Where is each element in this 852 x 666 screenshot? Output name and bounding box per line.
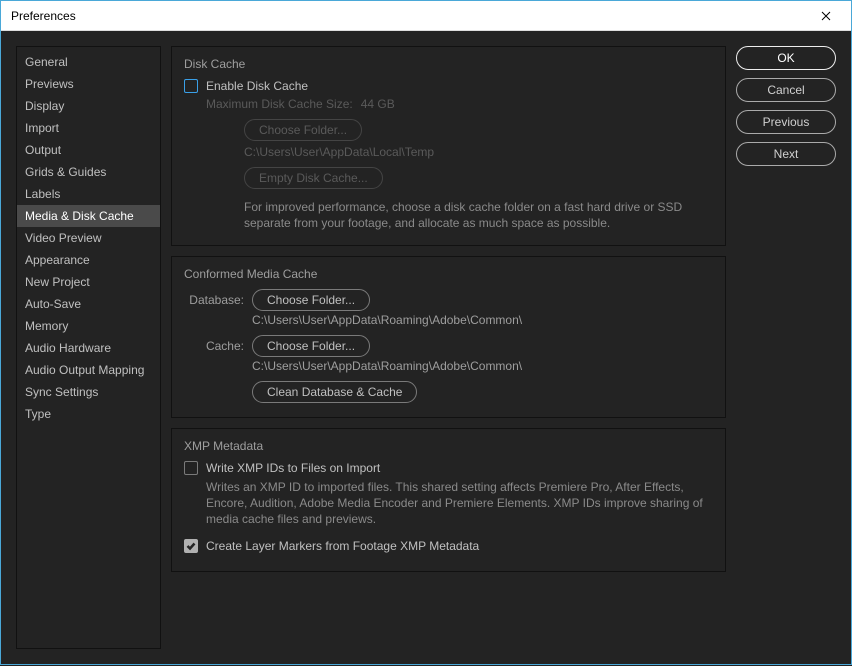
enable-disk-cache-row: Enable Disk Cache	[184, 79, 713, 93]
sidebar-item-auto-save[interactable]: Auto-Save	[17, 293, 160, 315]
actions-column: OK Cancel Previous Next	[736, 46, 836, 651]
write-xmp-row: Write XMP IDs to Files on Import	[184, 461, 713, 475]
sidebar-item-video-preview[interactable]: Video Preview	[17, 227, 160, 249]
check-icon	[186, 541, 196, 551]
database-label: Database:	[184, 293, 244, 307]
layer-markers-row: Create Layer Markers from Footage XMP Me…	[184, 539, 713, 553]
disk-cache-hint: For improved performance, choose a disk …	[244, 199, 713, 231]
previous-button[interactable]: Previous	[736, 110, 836, 134]
sidebar-item-previews[interactable]: Previews	[17, 73, 160, 95]
write-xmp-label: Write XMP IDs to Files on Import	[206, 461, 380, 475]
cache-path: C:\Users\User\AppData\Roaming\Adobe\Comm…	[252, 359, 713, 373]
sidebar-item-labels[interactable]: Labels	[17, 183, 160, 205]
sidebar-item-output[interactable]: Output	[17, 139, 160, 161]
group-title: Disk Cache	[184, 57, 713, 71]
sidebar-item-import[interactable]: Import	[17, 117, 160, 139]
cancel-button[interactable]: Cancel	[736, 78, 836, 102]
group-title: XMP Metadata	[184, 439, 713, 453]
main-panel: Disk Cache Enable Disk Cache Maximum Dis…	[171, 46, 726, 651]
cache-row: Cache: Choose Folder...	[184, 335, 713, 357]
sidebar-item-audio-output-mapping[interactable]: Audio Output Mapping	[17, 359, 160, 381]
max-size-row: Maximum Disk Cache Size: 44 GB	[206, 97, 713, 111]
sidebar-item-audio-hardware[interactable]: Audio Hardware	[17, 337, 160, 359]
group-disk-cache: Disk Cache Enable Disk Cache Maximum Dis…	[171, 46, 726, 246]
database-path: C:\Users\User\AppData\Roaming\Adobe\Comm…	[252, 313, 713, 327]
sidebar-item-sync-settings[interactable]: Sync Settings	[17, 381, 160, 403]
sidebar-item-grids-guides[interactable]: Grids & Guides	[17, 161, 160, 183]
sidebar: GeneralPreviewsDisplayImportOutputGrids …	[16, 46, 161, 649]
enable-disk-cache-checkbox[interactable]	[184, 79, 198, 93]
write-xmp-checkbox[interactable]	[184, 461, 198, 475]
layer-markers-checkbox[interactable]	[184, 539, 198, 553]
ok-button[interactable]: OK	[736, 46, 836, 70]
max-size-label: Maximum Disk Cache Size:	[206, 97, 353, 111]
disk-choose-folder-row: Choose Folder...	[244, 119, 713, 141]
close-icon	[821, 11, 831, 21]
write-xmp-hint: Writes an XMP ID to imported files. This…	[206, 479, 713, 527]
clean-row: Clean Database & Cache	[252, 381, 713, 403]
database-row: Database: Choose Folder...	[184, 289, 713, 311]
sidebar-item-memory[interactable]: Memory	[17, 315, 160, 337]
sidebar-item-appearance[interactable]: Appearance	[17, 249, 160, 271]
group-conformed: Conformed Media Cache Database: Choose F…	[171, 256, 726, 418]
disk-folder-path: C:\Users\User\AppData\Local\Temp	[244, 145, 434, 159]
sidebar-item-type[interactable]: Type	[17, 403, 160, 425]
cache-choose-folder-button[interactable]: Choose Folder...	[252, 335, 370, 357]
database-choose-folder-button[interactable]: Choose Folder...	[252, 289, 370, 311]
cache-label: Cache:	[184, 339, 244, 353]
disk-choose-folder-button: Choose Folder...	[244, 119, 362, 141]
content-area: GeneralPreviewsDisplayImportOutputGrids …	[1, 31, 851, 666]
empty-cache-row: Empty Disk Cache...	[244, 167, 713, 189]
clean-database-cache-button[interactable]: Clean Database & Cache	[252, 381, 417, 403]
group-title: Conformed Media Cache	[184, 267, 713, 281]
max-size-value: 44 GB	[361, 97, 395, 111]
empty-disk-cache-button: Empty Disk Cache...	[244, 167, 383, 189]
titlebar: Preferences	[1, 1, 851, 31]
group-xmp: XMP Metadata Write XMP IDs to Files on I…	[171, 428, 726, 572]
sidebar-item-media-disk-cache[interactable]: Media & Disk Cache	[17, 205, 160, 227]
window-title: Preferences	[11, 9, 76, 23]
sidebar-item-display[interactable]: Display	[17, 95, 160, 117]
disk-folder-path-row: C:\Users\User\AppData\Local\Temp	[244, 145, 713, 159]
next-button[interactable]: Next	[736, 142, 836, 166]
sidebar-item-general[interactable]: General	[17, 51, 160, 73]
enable-disk-cache-label: Enable Disk Cache	[206, 79, 308, 93]
layer-markers-label: Create Layer Markers from Footage XMP Me…	[206, 539, 479, 553]
sidebar-item-new-project[interactable]: New Project	[17, 271, 160, 293]
close-button[interactable]	[811, 1, 841, 31]
